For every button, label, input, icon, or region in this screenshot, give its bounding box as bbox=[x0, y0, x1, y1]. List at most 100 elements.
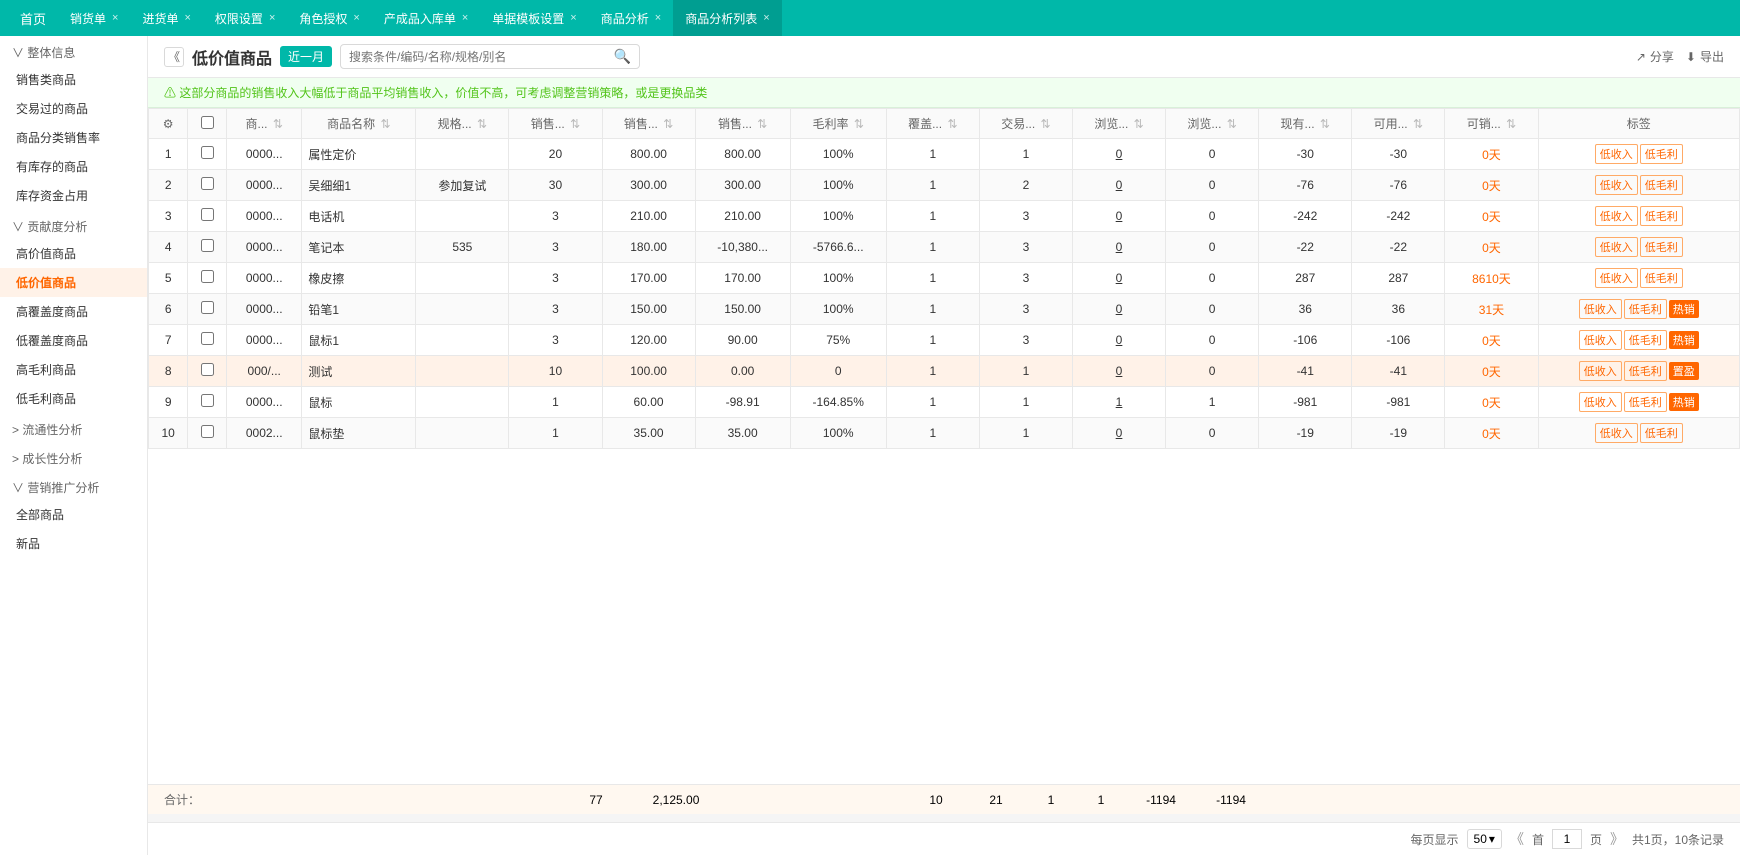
sidebar-item-stock-products[interactable]: 有库存的商品 bbox=[0, 152, 147, 181]
th-settings[interactable]: ⚙ bbox=[149, 109, 188, 139]
close-icon[interactable]: × bbox=[184, 12, 190, 24]
cell-checkbox[interactable] bbox=[188, 232, 227, 263]
sidebar-section-overall[interactable]: ∨ 整体信息 bbox=[0, 36, 147, 65]
row-checkbox[interactable] bbox=[201, 146, 214, 159]
select-all-checkbox[interactable] bbox=[201, 116, 214, 129]
close-icon[interactable]: × bbox=[570, 12, 576, 24]
close-icon[interactable]: × bbox=[763, 12, 769, 24]
cell-name[interactable]: 铅笔1 bbox=[302, 294, 416, 325]
th-code[interactable]: 商... ⇅ bbox=[227, 109, 302, 139]
row-checkbox[interactable] bbox=[201, 425, 214, 438]
cell-view1[interactable]: 0 bbox=[1072, 356, 1165, 387]
view-link[interactable]: 0 bbox=[1116, 271, 1123, 285]
sidebar-section-contribution[interactable]: ∨ 贡献度分析 bbox=[0, 210, 147, 239]
cell-checkbox[interactable] bbox=[188, 170, 227, 201]
row-checkbox[interactable] bbox=[201, 301, 214, 314]
sidebar-item-high-coverage[interactable]: 高覆盖度商品 bbox=[0, 297, 147, 326]
cell-view1[interactable]: 0 bbox=[1072, 201, 1165, 232]
th-name[interactable]: 商品名称 ⇅ bbox=[302, 109, 416, 139]
data-table-container[interactable]: ⚙ 商... ⇅ 商品名称 ⇅ 规格... ⇅ 销售... ⇅ 销售... ⇅ … bbox=[148, 108, 1740, 784]
cell-view1[interactable]: 0 bbox=[1072, 139, 1165, 170]
nav-home[interactable]: 首页 bbox=[8, 0, 58, 36]
row-checkbox[interactable] bbox=[201, 363, 214, 376]
cell-name[interactable]: 鼠标垫 bbox=[302, 418, 416, 449]
search-icon[interactable]: 🔍 bbox=[614, 48, 631, 65]
close-icon[interactable]: × bbox=[269, 12, 275, 24]
sidebar-item-high-value[interactable]: 高价值商品 bbox=[0, 239, 147, 268]
cell-view1[interactable]: 0 bbox=[1072, 325, 1165, 356]
th-trans[interactable]: 交易... ⇅ bbox=[979, 109, 1072, 139]
cell-name[interactable]: 测试 bbox=[302, 356, 416, 387]
view-link[interactable]: 0 bbox=[1116, 178, 1123, 192]
sidebar-item-stock-capital[interactable]: 库存资金占用 bbox=[0, 181, 147, 210]
date-badge[interactable]: 近一月 bbox=[280, 46, 332, 67]
sidebar-item-category-sales-rate[interactable]: 商品分类销售率 bbox=[0, 123, 147, 152]
cell-name[interactable]: 吴细细1 bbox=[302, 170, 416, 201]
sidebar-item-new-products[interactable]: 新品 bbox=[0, 529, 147, 558]
sidebar-item-low-value[interactable]: 低价值商品 bbox=[0, 268, 147, 297]
close-icon[interactable]: × bbox=[655, 12, 661, 24]
th-view2[interactable]: 浏览... ⇅ bbox=[1166, 109, 1259, 139]
cell-name[interactable]: 电话机 bbox=[302, 201, 416, 232]
view-link[interactable]: 0 bbox=[1116, 147, 1123, 161]
cell-checkbox[interactable] bbox=[188, 387, 227, 418]
sidebar-item-low-coverage[interactable]: 低覆盖度商品 bbox=[0, 326, 147, 355]
close-icon[interactable]: × bbox=[462, 12, 468, 24]
nav-role-auth[interactable]: 角色授权× bbox=[287, 0, 371, 36]
view-link[interactable]: 0 bbox=[1116, 240, 1123, 254]
sidebar-item-high-margin[interactable]: 高毛利商品 bbox=[0, 355, 147, 384]
row-checkbox[interactable] bbox=[201, 332, 214, 345]
nav-permissions[interactable]: 权限设置× bbox=[203, 0, 287, 36]
cell-view1[interactable]: 0 bbox=[1072, 232, 1165, 263]
view-link[interactable]: 0 bbox=[1116, 333, 1123, 347]
row-checkbox[interactable] bbox=[201, 177, 214, 190]
view-link[interactable]: 1 bbox=[1116, 395, 1123, 409]
sidebar-item-traded-products[interactable]: 交易过的商品 bbox=[0, 94, 147, 123]
nav-product-analysis-list[interactable]: 商品分析列表× bbox=[673, 0, 781, 36]
cell-name[interactable]: 鼠标1 bbox=[302, 325, 416, 356]
th-coverage[interactable]: 覆盖... ⇅ bbox=[886, 109, 979, 139]
th-available[interactable]: 可用... ⇅ bbox=[1352, 109, 1445, 139]
th-current[interactable]: 现有... ⇅ bbox=[1259, 109, 1352, 139]
cell-name[interactable]: 橡皮擦 bbox=[302, 263, 416, 294]
sidebar-item-all-products[interactable]: 全部商品 bbox=[0, 500, 147, 529]
th-sales[interactable]: 销售... ⇅ bbox=[695, 109, 790, 139]
th-qty[interactable]: 销售... ⇅ bbox=[509, 109, 602, 139]
cell-checkbox[interactable] bbox=[188, 201, 227, 232]
sidebar-section-marketing[interactable]: ∨ 营销推广分析 bbox=[0, 471, 147, 500]
next-page-button[interactable]: 》 bbox=[1610, 829, 1624, 849]
th-sellable[interactable]: 可销... ⇅ bbox=[1445, 109, 1538, 139]
view-link[interactable]: 0 bbox=[1116, 364, 1123, 378]
nav-sales-order[interactable]: 销货单× bbox=[58, 0, 130, 36]
per-page-select[interactable]: 50 ▾ bbox=[1467, 829, 1502, 849]
cell-view1[interactable]: 0 bbox=[1072, 294, 1165, 325]
nav-product-analysis[interactable]: 商品分析× bbox=[589, 0, 673, 36]
sidebar-section-liquidity[interactable]: > 流通性分析 bbox=[0, 413, 147, 442]
nav-template-settings[interactable]: 单据模板设置× bbox=[480, 0, 588, 36]
page-number-input[interactable] bbox=[1552, 829, 1582, 849]
cell-checkbox[interactable] bbox=[188, 356, 227, 387]
cell-checkbox[interactable] bbox=[188, 139, 227, 170]
th-tags[interactable]: 标签 bbox=[1538, 109, 1739, 139]
share-button[interactable]: ↗ 分享 bbox=[1636, 48, 1674, 65]
th-view1[interactable]: 浏览... ⇅ bbox=[1072, 109, 1165, 139]
view-link[interactable]: 0 bbox=[1116, 426, 1123, 440]
cell-view1[interactable]: 0 bbox=[1072, 170, 1165, 201]
nav-purchase-order[interactable]: 进货单× bbox=[130, 0, 202, 36]
th-spec[interactable]: 规格... ⇅ bbox=[416, 109, 509, 139]
row-checkbox[interactable] bbox=[201, 394, 214, 407]
cell-name[interactable]: 属性定价 bbox=[302, 139, 416, 170]
cell-view1[interactable]: 0 bbox=[1072, 263, 1165, 294]
nav-product-inbound[interactable]: 产成品入库单× bbox=[372, 0, 480, 36]
row-checkbox[interactable] bbox=[201, 239, 214, 252]
th-checkbox[interactable] bbox=[188, 109, 227, 139]
cell-checkbox[interactable] bbox=[188, 325, 227, 356]
search-box[interactable]: 🔍 bbox=[340, 44, 640, 69]
cell-view1[interactable]: 1 bbox=[1072, 387, 1165, 418]
sidebar-item-low-margin[interactable]: 低毛利商品 bbox=[0, 384, 147, 413]
export-button[interactable]: ⬇ 导出 bbox=[1686, 48, 1724, 65]
th-margin[interactable]: 毛利率 ⇅ bbox=[790, 109, 886, 139]
cell-name[interactable]: 鼠标 bbox=[302, 387, 416, 418]
cell-checkbox[interactable] bbox=[188, 263, 227, 294]
view-link[interactable]: 0 bbox=[1116, 209, 1123, 223]
